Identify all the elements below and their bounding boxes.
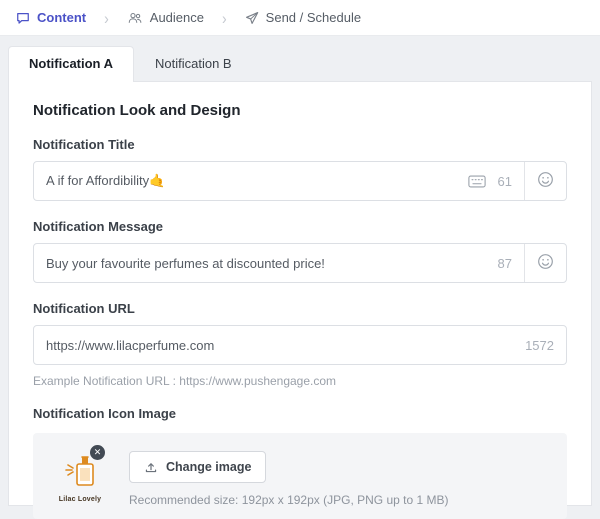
- message-emoji-picker-button[interactable]: [524, 244, 566, 282]
- breadcrumb-label: Content: [37, 10, 87, 25]
- image-size-recommendation: Recommended size: 192px x 192px (JPG, PN…: [129, 493, 449, 507]
- title-char-counter: 61: [497, 173, 512, 189]
- title-label: Notification Title: [33, 137, 135, 152]
- url-field: Notification URL https://www.lilacperfum…: [33, 301, 567, 388]
- tab-notification-b[interactable]: Notification B: [134, 46, 253, 81]
- smiley-icon: [537, 171, 554, 191]
- message-input[interactable]: Buy your favourite perfumes at discounte…: [33, 243, 567, 283]
- message-value[interactable]: Buy your favourite perfumes at discounte…: [34, 244, 486, 282]
- message-label: Notification Message: [33, 219, 164, 234]
- section-heading: Notification Look and Design: [33, 102, 241, 119]
- url-helper-text: Example Notification URL : https://www.p…: [33, 374, 337, 388]
- breadcrumb-item-audience[interactable]: Audience: [127, 10, 204, 25]
- audience-people-icon: [127, 11, 143, 25]
- breadcrumb-label: Audience: [149, 10, 204, 25]
- message-char-counter: 87: [497, 255, 512, 271]
- remove-image-button[interactable]: ✕: [90, 445, 105, 460]
- url-input[interactable]: https://www.lilacperfume.com 1572: [33, 325, 567, 365]
- icon-image-field: Notification Icon Image ✕ Lilac Lovely C…: [33, 406, 567, 519]
- perfume-bottle-image: [58, 456, 102, 494]
- notification-design-panel: Notification Look and Design Notificatio…: [8, 81, 592, 519]
- title-input[interactable]: A if for Affordibility🤙 61: [33, 161, 567, 201]
- title-field: Notification Title A if for Affordibilit…: [33, 137, 567, 201]
- keyboard-icon[interactable]: [467, 175, 486, 188]
- send-paper-plane-icon: [245, 11, 259, 25]
- breadcrumb-item-content[interactable]: Content: [16, 10, 86, 25]
- icon-image-box: ✕ Lilac Lovely Change image Recommended …: [33, 433, 567, 519]
- url-char-counter: 1572: [525, 337, 554, 353]
- breadcrumb: Content › Audience › Send / Schedule: [0, 0, 600, 36]
- image-caption: Lilac Lovely: [58, 496, 102, 503]
- smiley-icon: [537, 253, 554, 273]
- chevron-right-icon: ›: [222, 7, 227, 28]
- url-label: Notification URL: [33, 301, 135, 316]
- chevron-right-icon: ›: [104, 7, 109, 28]
- change-image-label: Change image: [166, 460, 252, 474]
- change-image-button[interactable]: Change image: [129, 451, 267, 483]
- upload-icon: [144, 460, 158, 474]
- notification-tabs: Notification A Notification B: [8, 46, 600, 82]
- tab-notification-a[interactable]: Notification A: [8, 46, 135, 82]
- icon-image-label: Notification Icon Image: [33, 406, 177, 421]
- breadcrumb-item-send-schedule[interactable]: Send / Schedule: [245, 10, 361, 25]
- breadcrumb-label: Send / Schedule: [265, 10, 362, 25]
- url-value[interactable]: https://www.lilacperfume.com: [34, 326, 513, 364]
- title-emoji-picker-button[interactable]: [524, 162, 566, 200]
- title-value[interactable]: A if for Affordibility🤙: [34, 162, 456, 200]
- message-field: Notification Message Buy your favourite …: [33, 219, 567, 283]
- icon-image-thumbnail: ✕ Lilac Lovely: [49, 445, 111, 503]
- content-chat-icon: [16, 11, 30, 25]
